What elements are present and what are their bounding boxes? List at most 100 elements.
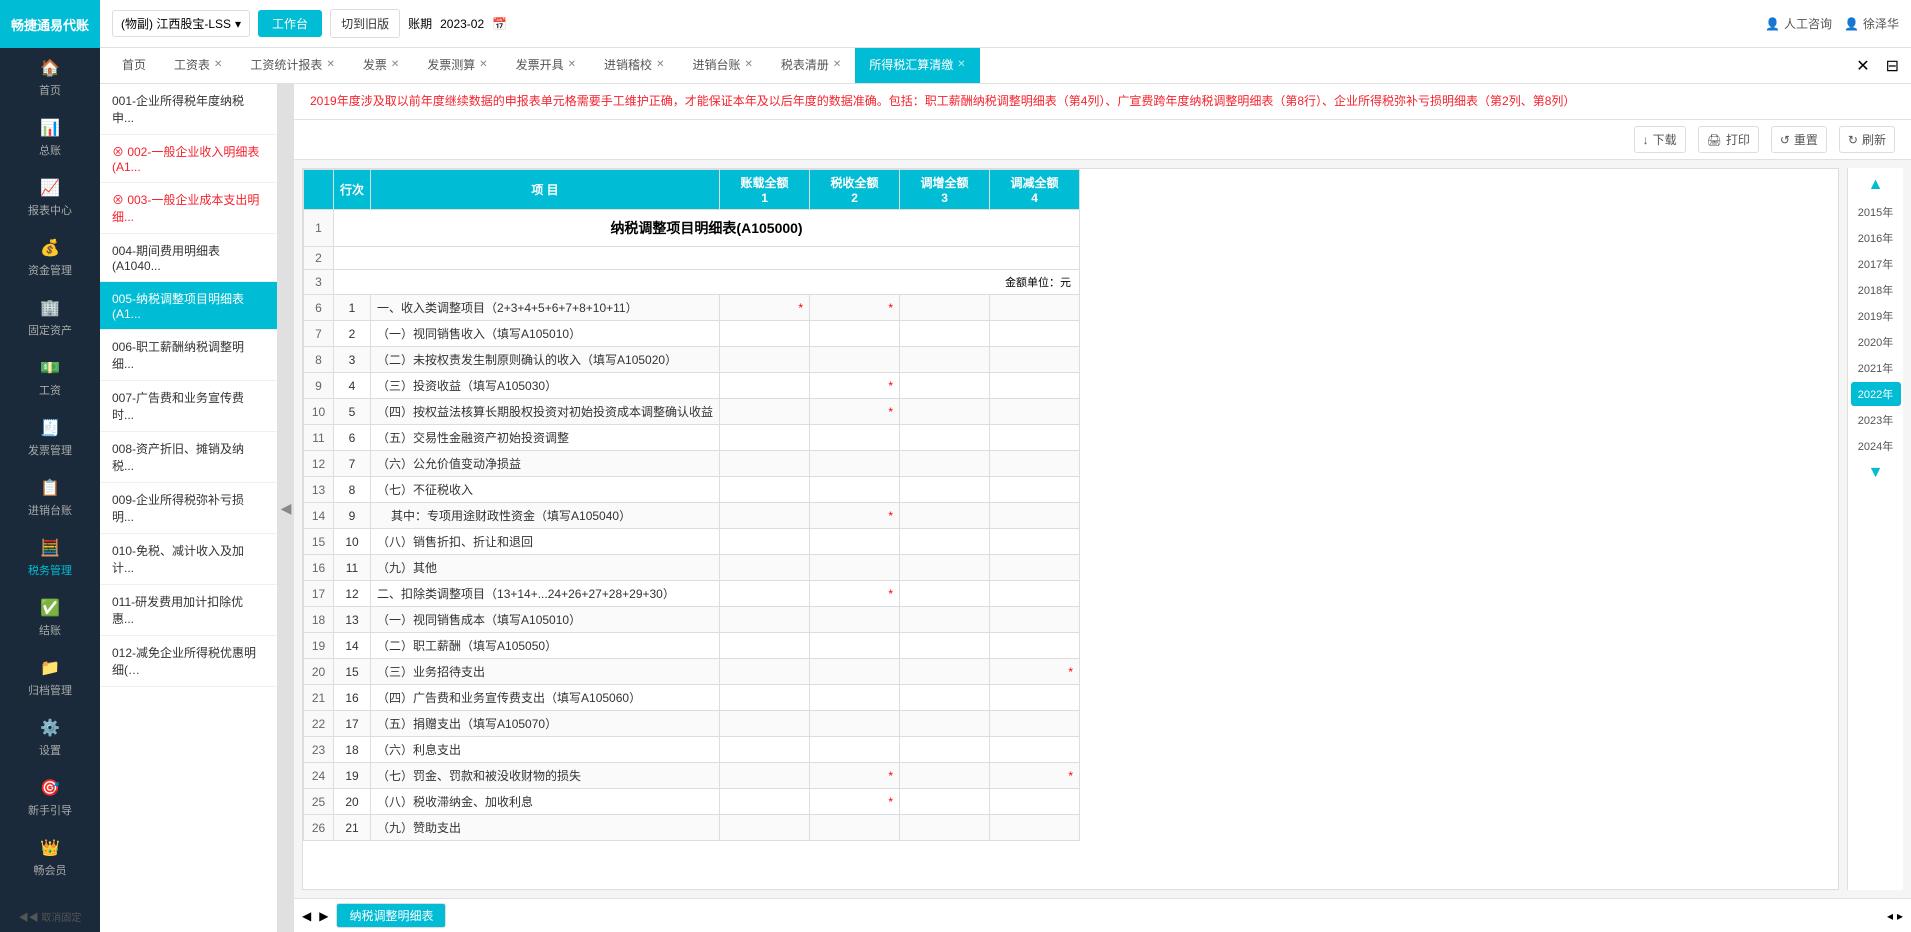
- download-button[interactable]: ↓ 下载: [1634, 126, 1686, 153]
- year-2019[interactable]: 2019年: [1851, 304, 1901, 328]
- refresh-button[interactable]: ↻ 刷新: [1839, 126, 1895, 153]
- sidebar-item-ledger[interactable]: 📊 总账: [0, 108, 100, 168]
- consult-btn[interactable]: 👤 人工咨询: [1765, 15, 1832, 32]
- table-title: 纳税调整项目明细表(A105000): [334, 210, 1080, 247]
- user-avatar-icon: 👤: [1844, 17, 1859, 31]
- close-icon[interactable]: ✕: [744, 59, 752, 70]
- print-button[interactable]: 🖨 打印: [1698, 126, 1759, 153]
- left-panel-item-009[interactable]: 009-企业所得税弥补亏损明...: [100, 483, 277, 534]
- tab-sales-check[interactable]: 进销稽校 ✕: [590, 48, 678, 83]
- sidebar-item-invoice-mgmt[interactable]: 🧾 发票管理: [0, 408, 100, 468]
- window-min-btn[interactable]: ⊟: [1882, 56, 1903, 76]
- sheet-tab[interactable]: 纳税调整明细表: [336, 903, 446, 928]
- main-content: (物副) 江西股宝-LSS ▾ 工作台 切到旧版 账期 2023-02 📅 👤 …: [100, 0, 1911, 932]
- sidebar-item-reports[interactable]: 📈 报表中心: [0, 168, 100, 228]
- year-2016[interactable]: 2016年: [1851, 226, 1901, 250]
- close-icon[interactable]: ✕: [326, 59, 334, 70]
- scroll-left-icon[interactable]: ◂: [1887, 909, 1893, 923]
- sidebar-item-tax-mgmt[interactable]: 🧮 税务管理: [0, 528, 100, 588]
- year-2023[interactable]: 2023年: [1851, 408, 1901, 432]
- sidebar-item-sales-ledger[interactable]: 📋 进销台账: [0, 468, 100, 528]
- row-2: 2: [304, 247, 334, 270]
- unpin-btn[interactable]: ◀◀ 取消固定: [0, 901, 100, 932]
- year-panel: ▲ 2015年 2016年 2017年 2018年 2019年 2020年 20…: [1847, 168, 1903, 890]
- tab-invoice[interactable]: 发票 ✕: [349, 48, 413, 83]
- tab-tax-form[interactable]: 税表清册 ✕: [767, 48, 855, 83]
- refresh-label: 刷新: [1862, 131, 1886, 148]
- sidebar-item-settings[interactable]: ⚙️ 设置: [0, 708, 100, 768]
- year-2017[interactable]: 2017年: [1851, 252, 1901, 276]
- sidebar-item-payroll[interactable]: 💵 工资: [0, 348, 100, 408]
- sidebar-item-guide[interactable]: 🎯 新手引导: [0, 768, 100, 828]
- sidebar-item-close-accounts[interactable]: ✅ 结账: [0, 588, 100, 648]
- left-panel-item-011[interactable]: 011-研发费用加计扣除优惠...: [100, 585, 277, 636]
- sidebar-item-member[interactable]: 👑 畅会员: [0, 828, 100, 888]
- close-icon[interactable]: ✕: [656, 59, 664, 70]
- year-up-arrow[interactable]: ▲: [1864, 172, 1888, 198]
- year-2015[interactable]: 2015年: [1851, 200, 1901, 224]
- year-2018[interactable]: 2018年: [1851, 278, 1901, 302]
- close-all-btn[interactable]: ✕: [1848, 56, 1877, 76]
- close-icon[interactable]: ✕: [214, 59, 222, 70]
- funds-icon: 💰: [40, 238, 60, 258]
- ledger-icon: 📊: [40, 118, 60, 138]
- tab-home[interactable]: 首页: [108, 48, 160, 83]
- sidebar-label-tax-mgmt: 税务管理: [28, 562, 72, 578]
- left-panel-item-003[interactable]: ⊗ 003-一般企业成本支出明细...: [100, 183, 277, 234]
- collapse-btn[interactable]: ◀: [278, 84, 294, 932]
- back-button[interactable]: 切到旧版: [330, 9, 400, 38]
- tab-sales-ledger[interactable]: 进销台账 ✕: [678, 48, 766, 83]
- warning-text: 2019年度涉及取以前年度继续数据的申报表单元格需要手工维护正确，才能保证本年及…: [310, 94, 1575, 108]
- table-toolbar: ↓ 下载 🖨 打印 ↺ 重置 ↻ 刷新: [294, 120, 1911, 160]
- nav-right-icon[interactable]: ▶: [319, 909, 328, 923]
- calendar-icon[interactable]: 📅: [492, 17, 507, 31]
- left-panel-item-007[interactable]: 007-广告费和业务宣传费时...: [100, 381, 277, 432]
- year-down-arrow[interactable]: ▼: [1864, 460, 1888, 486]
- close-icon[interactable]: ✕: [833, 59, 841, 70]
- left-panel-item-004[interactable]: 004-期间费用明细表(A1040...: [100, 234, 277, 282]
- close-icon[interactable]: ✕: [568, 59, 576, 70]
- sheet-tab-label: 纳税调整明细表: [349, 909, 433, 923]
- right-panel: 2019年度涉及取以前年度继续数据的申报表单元格需要手工维护正确，才能保证本年及…: [294, 84, 1911, 932]
- workspace-button[interactable]: 工作台: [258, 10, 322, 37]
- assets-icon: 🏢: [40, 298, 60, 318]
- year-2024[interactable]: 2024年: [1851, 434, 1901, 458]
- left-panel-item-005[interactable]: 005-纳税调整项目明细表(A1...: [100, 282, 277, 330]
- close-icon[interactable]: ✕: [479, 59, 487, 70]
- close-icon[interactable]: ✕: [391, 59, 399, 70]
- sidebar-item-archive[interactable]: 📁 归档管理: [0, 648, 100, 708]
- tab-invoice-calc[interactable]: 发票测算 ✕: [413, 48, 501, 83]
- refresh-icon: ↻: [1848, 133, 1858, 147]
- table-row: 6 1 一、收入类调整项目（2+3+4+5+6+7+8+10+11） * *: [304, 295, 1080, 321]
- left-panel-item-001[interactable]: 001-企业所得税年度纳税申...: [100, 84, 277, 135]
- tab-payroll[interactable]: 工资表 ✕: [160, 48, 236, 83]
- left-panel-item-002[interactable]: ⊗ 002-一般企业收入明细表(A1...: [100, 135, 277, 183]
- tab-invoice-issue[interactable]: 发票开具 ✕: [502, 48, 590, 83]
- scroll-right-icon[interactable]: ▸: [1897, 909, 1903, 923]
- table-wrapper: 行次 项 目 账载全额1 税收全额2 调增全额3 调减全额4 1 纳税调整项目明…: [294, 160, 1911, 898]
- tab-close-all: ✕ ⊟: [1848, 56, 1903, 76]
- consult-label: 人工咨询: [1784, 15, 1832, 32]
- tab-income-tax[interactable]: 所得税汇算清缴 ✕: [855, 48, 979, 83]
- left-panel-item-010[interactable]: 010-免税、减计收入及加计...: [100, 534, 277, 585]
- year-2021[interactable]: 2021年: [1851, 356, 1901, 380]
- tab-payroll-stats[interactable]: 工资统计报表 ✕: [236, 48, 348, 83]
- nav-left-icon[interactable]: ◀: [302, 909, 311, 923]
- year-2022[interactable]: 2022年: [1851, 382, 1901, 406]
- company-selector[interactable]: (物副) 江西股宝-LSS ▾: [112, 10, 250, 37]
- table-spacer-row: 2: [304, 247, 1080, 270]
- close-icon-active[interactable]: ✕: [957, 59, 965, 70]
- user-name: 徐泽华: [1863, 15, 1899, 32]
- spreadsheet-container[interactable]: 行次 项 目 账载全额1 税收全额2 调增全额3 调减全额4 1 纳税调整项目明…: [302, 168, 1839, 890]
- sidebar-item-home[interactable]: 🏠 首页: [0, 48, 100, 108]
- reset-button[interactable]: ↺ 重置: [1771, 126, 1827, 153]
- unit-text: 金额单位：元: [334, 270, 1080, 295]
- sidebar-item-assets[interactable]: 🏢 固定资产: [0, 288, 100, 348]
- left-panel-item-008[interactable]: 008-资产折旧、摊销及纳税...: [100, 432, 277, 483]
- left-panel-item-006[interactable]: 006-职工薪酬纳税调整明细...: [100, 330, 277, 381]
- user-info[interactable]: 👤 徐泽华: [1844, 15, 1899, 32]
- sidebar-item-funds[interactable]: 💰 资金管理: [0, 228, 100, 288]
- left-panel-item-012[interactable]: 012-减免企业所得税优惠明细(…: [100, 636, 277, 687]
- year-2020[interactable]: 2020年: [1851, 330, 1901, 354]
- reset-label: 重置: [1794, 131, 1818, 148]
